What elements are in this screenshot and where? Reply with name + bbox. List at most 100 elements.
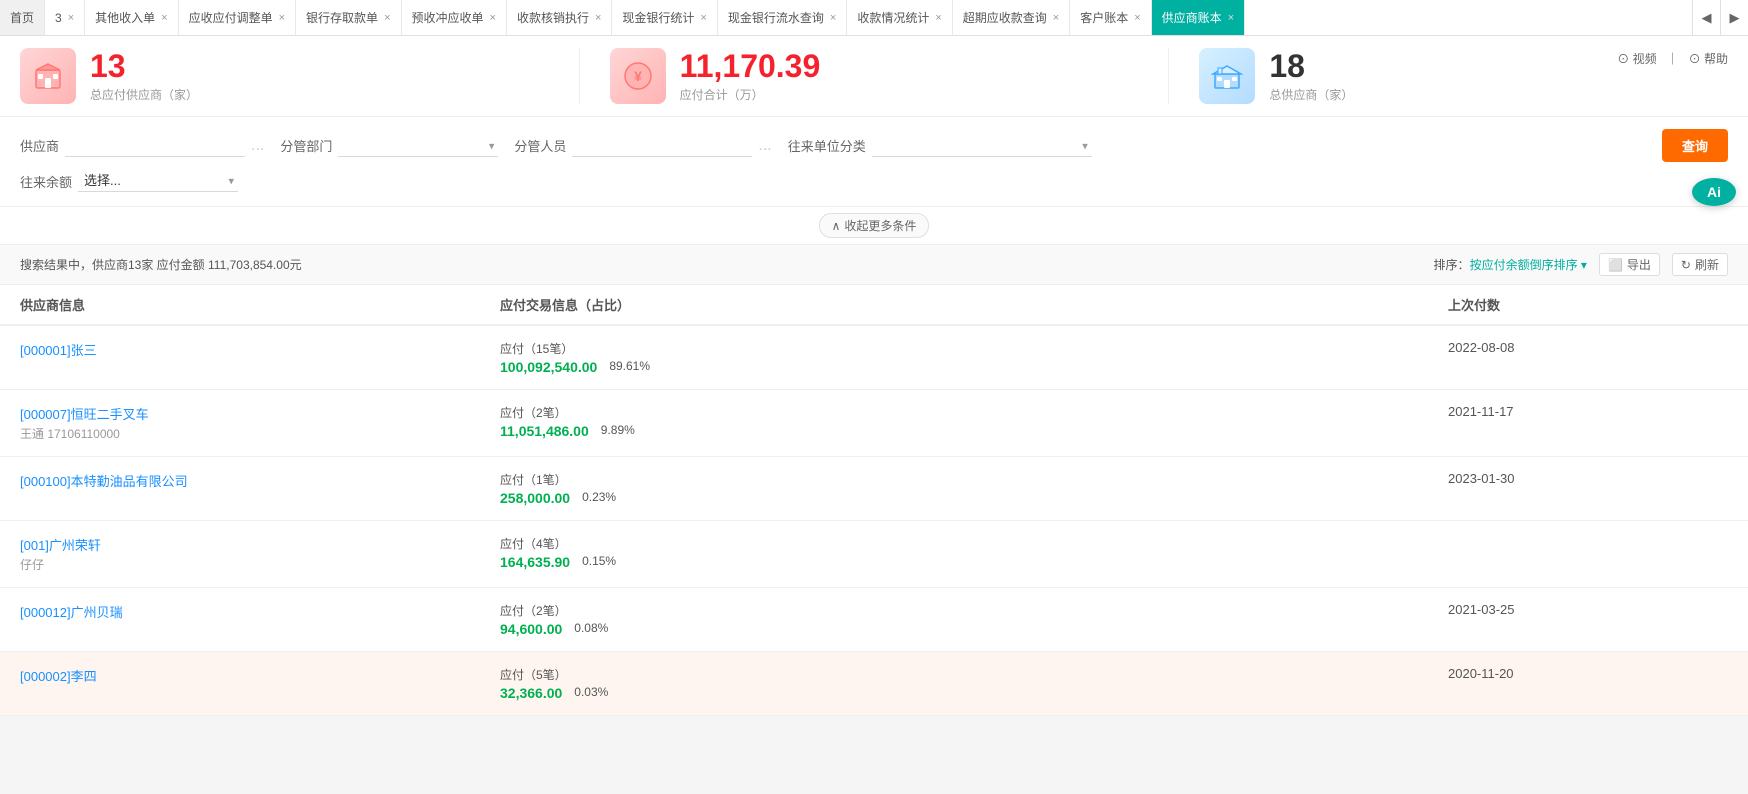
supplier-link-5[interactable]: [000002]李四	[20, 666, 500, 685]
nav-tab-8[interactable]: 现金银行流水查询×	[718, 0, 847, 36]
filter-bar: 供应商 ... 分管部门 ▾ 分管人员 ... 往来单位分类	[0, 117, 1748, 207]
dept-select[interactable]	[338, 135, 498, 157]
tx-label-2: 应付（1笔）	[500, 471, 1448, 488]
nav-tab-1[interactable]: 3×	[45, 0, 85, 36]
tx-amount-3[interactable]: 164,635.90	[500, 554, 570, 570]
last-pay-1: 2021-11-17	[1448, 404, 1728, 419]
person-input[interactable]	[572, 135, 752, 157]
query-button[interactable]: 查询	[1662, 129, 1728, 162]
nav-tab-0[interactable]: 首页	[0, 0, 45, 36]
tx-amount-0[interactable]: 100,092,540.00	[500, 359, 597, 375]
last-pay-5: 2020-11-20	[1448, 666, 1728, 681]
nav-tab-7[interactable]: 现金银行统计×	[612, 0, 717, 36]
nav-arrow-right[interactable]: ▶	[1720, 0, 1748, 36]
tx-amount-2[interactable]: 258,000.00	[500, 490, 570, 506]
tx-label-0: 应付（15笔）	[500, 340, 1448, 357]
supplier-info-4: [000012]广州贝瑞	[20, 602, 500, 621]
summary-num-3: 18	[1269, 50, 1353, 82]
supplier-sub-1: 王通 17106110000	[20, 425, 500, 442]
result-bar: 搜索结果中，供应商13家 应付金额 111,703,854.00元 排序：按应付…	[0, 245, 1748, 285]
close-tab-icon-3[interactable]: ×	[279, 12, 285, 24]
category-select[interactable]	[872, 135, 1092, 157]
collapse-bar: ∧ 收起更多条件	[0, 207, 1748, 245]
supplier-link-0[interactable]: [000001]张三	[20, 340, 500, 359]
sort-chevron-icon[interactable]: ▾	[1581, 258, 1587, 272]
tx-amount-5[interactable]: 32,366.00	[500, 685, 562, 701]
video-link[interactable]: ⊙ 视频	[1617, 50, 1656, 67]
close-tab-icon-4[interactable]: ×	[384, 12, 390, 24]
supplier-link-3[interactable]: [001]广州荣轩	[20, 535, 500, 554]
filter-dept: 分管部门 ▾	[280, 135, 498, 157]
nav-tab-12[interactable]: 供应商账本×	[1152, 0, 1245, 36]
last-pay-0: 2022-08-08	[1448, 340, 1728, 355]
supplier-link-4[interactable]: [000012]广州贝瑞	[20, 602, 500, 621]
tx-row-3: 164,635.900.15%	[500, 552, 1448, 570]
supplier-info-0: [000001]张三	[20, 340, 500, 359]
export-icon: ⬜	[1608, 258, 1623, 272]
nav-tab-6[interactable]: 收款核销执行×	[507, 0, 612, 36]
nav-tab-11[interactable]: 客户账本×	[1070, 0, 1151, 36]
table-row: [000001]张三应付（15笔） 100,092,540.00 89.61% 202…	[0, 326, 1748, 390]
supplier-info-3: [001]广州荣轩仔仔	[20, 535, 500, 573]
summary-label-1: 总应付供应商（家）	[90, 86, 198, 103]
tx-label-1: 应付（2笔）	[500, 404, 1448, 421]
close-tab-icon-12[interactable]: ×	[1228, 12, 1234, 24]
table-row: [000012]广州贝瑞应付（2笔）94,600.000.08%2021-03-…	[0, 588, 1748, 652]
close-tab-icon-7[interactable]: ×	[700, 12, 706, 24]
nav-arrow-left[interactable]: ◀	[1692, 0, 1720, 36]
tx-amount-4[interactable]: 94,600.00	[500, 621, 562, 637]
person-dots[interactable]: ...	[758, 137, 771, 155]
close-tab-icon-10[interactable]: ×	[1053, 12, 1059, 24]
sort-value[interactable]: 按应付余额倒序排序	[1470, 258, 1578, 272]
close-tab-icon-9[interactable]: ×	[935, 12, 941, 24]
summary-item-2: ¥ 11,170.39 应付合计（万）	[610, 48, 1170, 104]
nav-tab-5[interactable]: 预收冲应收单×	[402, 0, 507, 36]
tx-amount-1[interactable]: 11,051,486.00	[500, 423, 589, 439]
nav-tab-2[interactable]: 其他收入单×	[85, 0, 178, 36]
supplier-input[interactable]	[65, 135, 245, 157]
supplier-link-2[interactable]: [000100]本特勤油品有限公司	[20, 471, 500, 490]
nav-tab-4[interactable]: 银行存取款单×	[296, 0, 401, 36]
collapse-button[interactable]: ∧ 收起更多条件	[819, 213, 930, 238]
supplier-icon	[20, 48, 76, 104]
close-tab-icon-2[interactable]: ×	[161, 12, 167, 24]
tx-info-5: 应付（5笔）32,366.000.03%	[500, 666, 1448, 701]
tx-label-4: 应付（2笔）	[500, 602, 1448, 619]
close-tab-icon-6[interactable]: ×	[595, 12, 601, 24]
nav-tab-9[interactable]: 收款情况统计×	[847, 0, 952, 36]
filter-row-1: 供应商 ... 分管部门 ▾ 分管人员 ... 往来单位分类	[20, 129, 1728, 162]
category-label: 往来单位分类	[788, 136, 866, 155]
ai-badge[interactable]: Ai	[1692, 178, 1736, 206]
tx-row-2: 258,000.000.23%	[500, 488, 1448, 506]
nav-tab-3[interactable]: 应收应付调整单×	[179, 0, 296, 36]
close-tab-icon-5[interactable]: ×	[490, 12, 496, 24]
tx-row-4: 94,600.000.08%	[500, 619, 1448, 637]
refresh-label: 刷新	[1695, 256, 1719, 273]
last-pay-4: 2021-03-25	[1448, 602, 1728, 617]
supplier-link-1[interactable]: [000007]恒旺二手叉车	[20, 404, 500, 423]
collapse-label: 收起更多条件	[844, 217, 916, 234]
nav-tab-10[interactable]: 超期应收款查询×	[953, 0, 1070, 36]
table-body: [000001]张三应付（15笔） 100,092,540.00 89.61% 202…	[0, 326, 1748, 716]
supplier-label: 供应商	[20, 136, 59, 155]
filter-row-2: 往来余额 选择... ▾	[20, 170, 1728, 192]
store-icon	[1199, 48, 1255, 104]
export-button[interactable]: ⬜ 导出	[1599, 253, 1660, 276]
summary-num-1: 13	[90, 50, 198, 82]
close-tab-icon-1[interactable]: ×	[68, 12, 74, 24]
summary-text-3: 18 总供应商（家）	[1269, 50, 1353, 103]
supplier-dots[interactable]: ...	[251, 137, 264, 155]
tx-label-5: 应付（5笔）	[500, 666, 1448, 683]
close-tab-icon-8[interactable]: ×	[830, 12, 836, 24]
sort-label: 排序：按应付余额倒序排序 ▾	[1434, 256, 1587, 273]
balance-label: 往来余额	[20, 172, 72, 191]
close-tab-icon-11[interactable]: ×	[1134, 12, 1140, 24]
refresh-button[interactable]: ↻ 刷新	[1672, 253, 1728, 276]
summary-text-1: 13 总应付供应商（家）	[90, 50, 198, 103]
tx-pct-0: 89.61%	[609, 359, 650, 373]
help-link[interactable]: ⊙ 帮助	[1689, 50, 1728, 67]
dept-select-wrap: ▾	[338, 135, 498, 157]
table-row: [000007]恒旺二手叉车王通 17106110000应付（2笔） 11,051…	[0, 390, 1748, 457]
table-header: 供应商信息应付交易信息（占比）上次付数	[0, 285, 1748, 326]
balance-select[interactable]: 选择...	[78, 170, 238, 192]
